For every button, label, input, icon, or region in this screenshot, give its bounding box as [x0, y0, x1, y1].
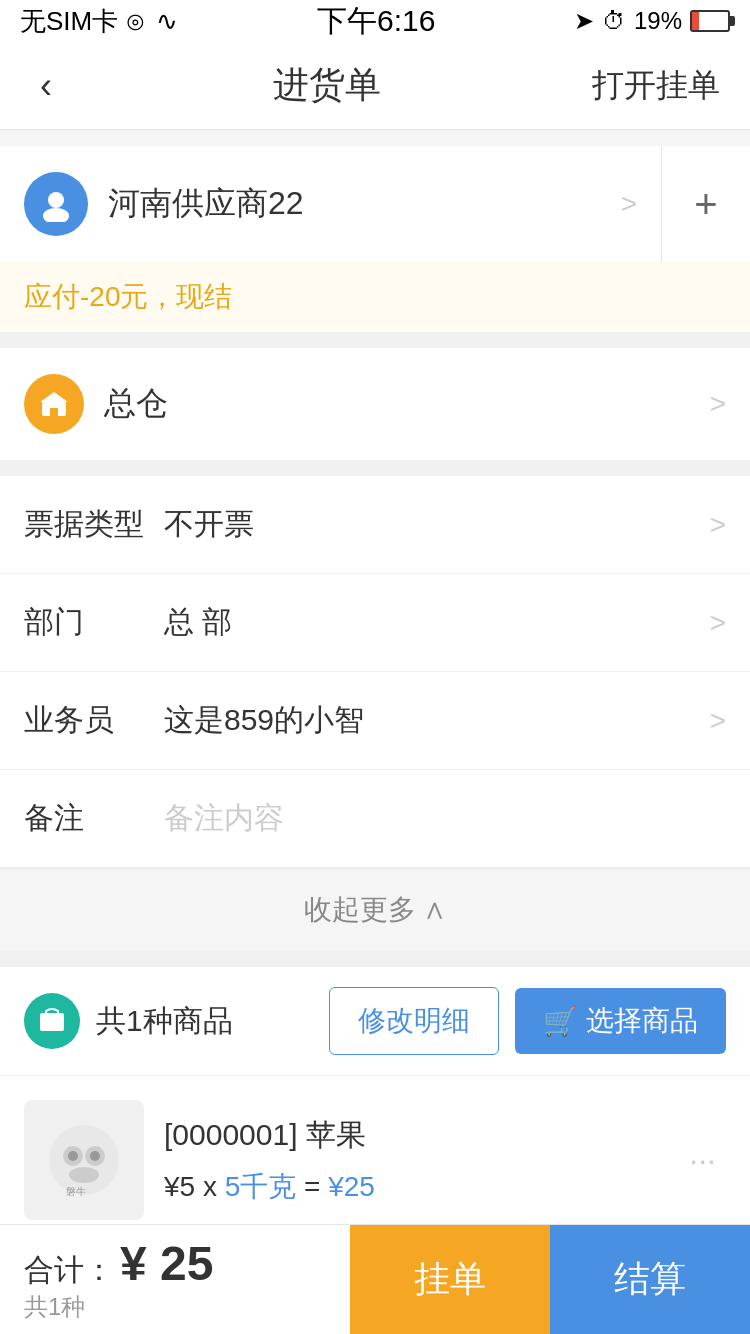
- department-row[interactable]: 部门 总 部 >: [0, 574, 750, 672]
- alarm-icon: ⏱: [602, 7, 626, 35]
- form-section: 票据类型 不开票 > 部门 总 部 > 业务员 这是859的小智 > 备注 备注…: [0, 476, 750, 951]
- svg-rect-5: [40, 1013, 64, 1031]
- svg-point-9: [68, 1151, 78, 1161]
- svg-rect-4: [50, 408, 58, 416]
- location-icon: ➤: [574, 7, 594, 35]
- edit-detail-button[interactable]: 修改明细: [329, 987, 499, 1055]
- page-title: 进货单: [273, 61, 381, 110]
- unit-price: ¥5 x: [164, 1171, 225, 1202]
- warehouse-chevron-icon: >: [710, 388, 726, 420]
- product-item: 磐牛 [0000001] 苹果 ¥5 x 5千克 = ¥25 ···: [0, 1076, 750, 1244]
- total-amount: ¥ 25: [120, 1236, 213, 1291]
- invoice-type-value: 不开票: [164, 504, 700, 545]
- battery-text: 19%: [634, 7, 682, 35]
- supplier-name: 河南供应商22: [108, 182, 611, 226]
- product-code: [0000001]: [164, 1118, 306, 1151]
- remark-row[interactable]: 备注 备注内容: [0, 770, 750, 868]
- subtotal-value: ¥25: [328, 1171, 375, 1202]
- salesperson-chevron-icon: >: [710, 705, 726, 737]
- supplier-avatar: [24, 172, 88, 236]
- department-value: 总 部: [164, 602, 700, 643]
- select-product-label: 选择商品: [586, 1002, 698, 1040]
- supplier-notice: 应付-20元，现结: [0, 262, 750, 332]
- open-hang-button[interactable]: 打开挂单: [592, 64, 720, 108]
- content-area: 河南供应商22 > + 应付-20元，现结 总仓 > 票据类型 不开票 > 部门…: [0, 146, 750, 1334]
- warehouse-name: 总仓: [104, 382, 700, 426]
- supplier-selector[interactable]: 河南供应商22 >: [0, 146, 662, 262]
- svg-point-10: [90, 1151, 100, 1161]
- quantity-value: 5千克: [225, 1171, 297, 1202]
- select-product-button[interactable]: 🛒 选择商品: [515, 988, 726, 1054]
- product-thumbnail: 磐牛: [24, 1100, 144, 1220]
- department-chevron-icon: >: [710, 607, 726, 639]
- status-bar: 无SIM卡 ⊙ ∿ 下午6:16 ➤ ⏱ 19%: [0, 0, 750, 42]
- remark-label: 备注: [24, 798, 164, 839]
- svg-point-1: [43, 208, 69, 222]
- status-time: 下午6:16: [317, 1, 435, 42]
- supplier-add-button[interactable]: +: [662, 146, 750, 262]
- checkout-button[interactable]: 结算: [550, 1225, 750, 1334]
- svg-point-0: [48, 192, 64, 208]
- bottom-bar: 合计： ¥ 25 共1种 挂单 结算: [0, 1224, 750, 1334]
- product-title: 苹果: [306, 1118, 366, 1151]
- product-name: [0000001] 苹果: [164, 1115, 679, 1156]
- svg-marker-3: [40, 392, 68, 402]
- invoice-type-row[interactable]: 票据类型 不开票 >: [0, 476, 750, 574]
- supplier-section: 河南供应商22 > +: [0, 146, 750, 262]
- svg-point-11: [69, 1167, 99, 1183]
- svg-text:磐牛: 磐牛: [66, 1186, 86, 1197]
- product-info: [0000001] 苹果 ¥5 x 5千克 = ¥25: [164, 1115, 679, 1206]
- cart-icon: 🛒: [543, 1005, 578, 1038]
- salesperson-row[interactable]: 业务员 这是859的小智 >: [0, 672, 750, 770]
- equals-sign: =: [304, 1171, 328, 1202]
- salesperson-value: 这是859的小智: [164, 700, 700, 741]
- products-section: 共1种商品 修改明细 🛒 选择商品 磐牛: [0, 967, 750, 1244]
- department-label: 部门: [24, 602, 164, 643]
- product-more-button[interactable]: ···: [679, 1132, 726, 1189]
- products-icon: [24, 993, 80, 1049]
- salesperson-label: 业务员: [24, 700, 164, 741]
- invoice-chevron-icon: >: [710, 509, 726, 541]
- warehouse-selector[interactable]: 总仓 >: [0, 348, 750, 460]
- collapse-button[interactable]: 收起更多 ∧: [0, 868, 750, 951]
- product-price-row: ¥5 x 5千克 = ¥25: [164, 1168, 679, 1206]
- status-carrier: 无SIM卡 ⊙ ∿: [20, 4, 178, 39]
- products-header: 共1种商品 修改明细 🛒 选择商品: [0, 967, 750, 1076]
- svg-point-6: [49, 1125, 119, 1195]
- total-label: 合计：: [24, 1250, 114, 1291]
- remark-input[interactable]: 备注内容: [164, 798, 726, 839]
- nav-bar: ‹ 进货单 打开挂单: [0, 42, 750, 130]
- back-button[interactable]: ‹: [30, 55, 62, 117]
- battery-icon: [690, 10, 730, 32]
- total-count: 共1种: [24, 1291, 326, 1323]
- invoice-type-label: 票据类型: [24, 504, 164, 545]
- supplier-chevron-icon: >: [621, 188, 637, 220]
- warehouse-icon: [24, 374, 84, 434]
- status-icons: ➤ ⏱ 19%: [574, 7, 730, 35]
- wifi-icon: ∿: [156, 6, 178, 37]
- carrier-text: 无SIM卡 ⊙: [20, 4, 146, 39]
- hang-button[interactable]: 挂单: [350, 1225, 550, 1334]
- products-count-label: 共1种商品: [96, 1001, 329, 1042]
- total-area: 合计： ¥ 25 共1种: [0, 1225, 350, 1334]
